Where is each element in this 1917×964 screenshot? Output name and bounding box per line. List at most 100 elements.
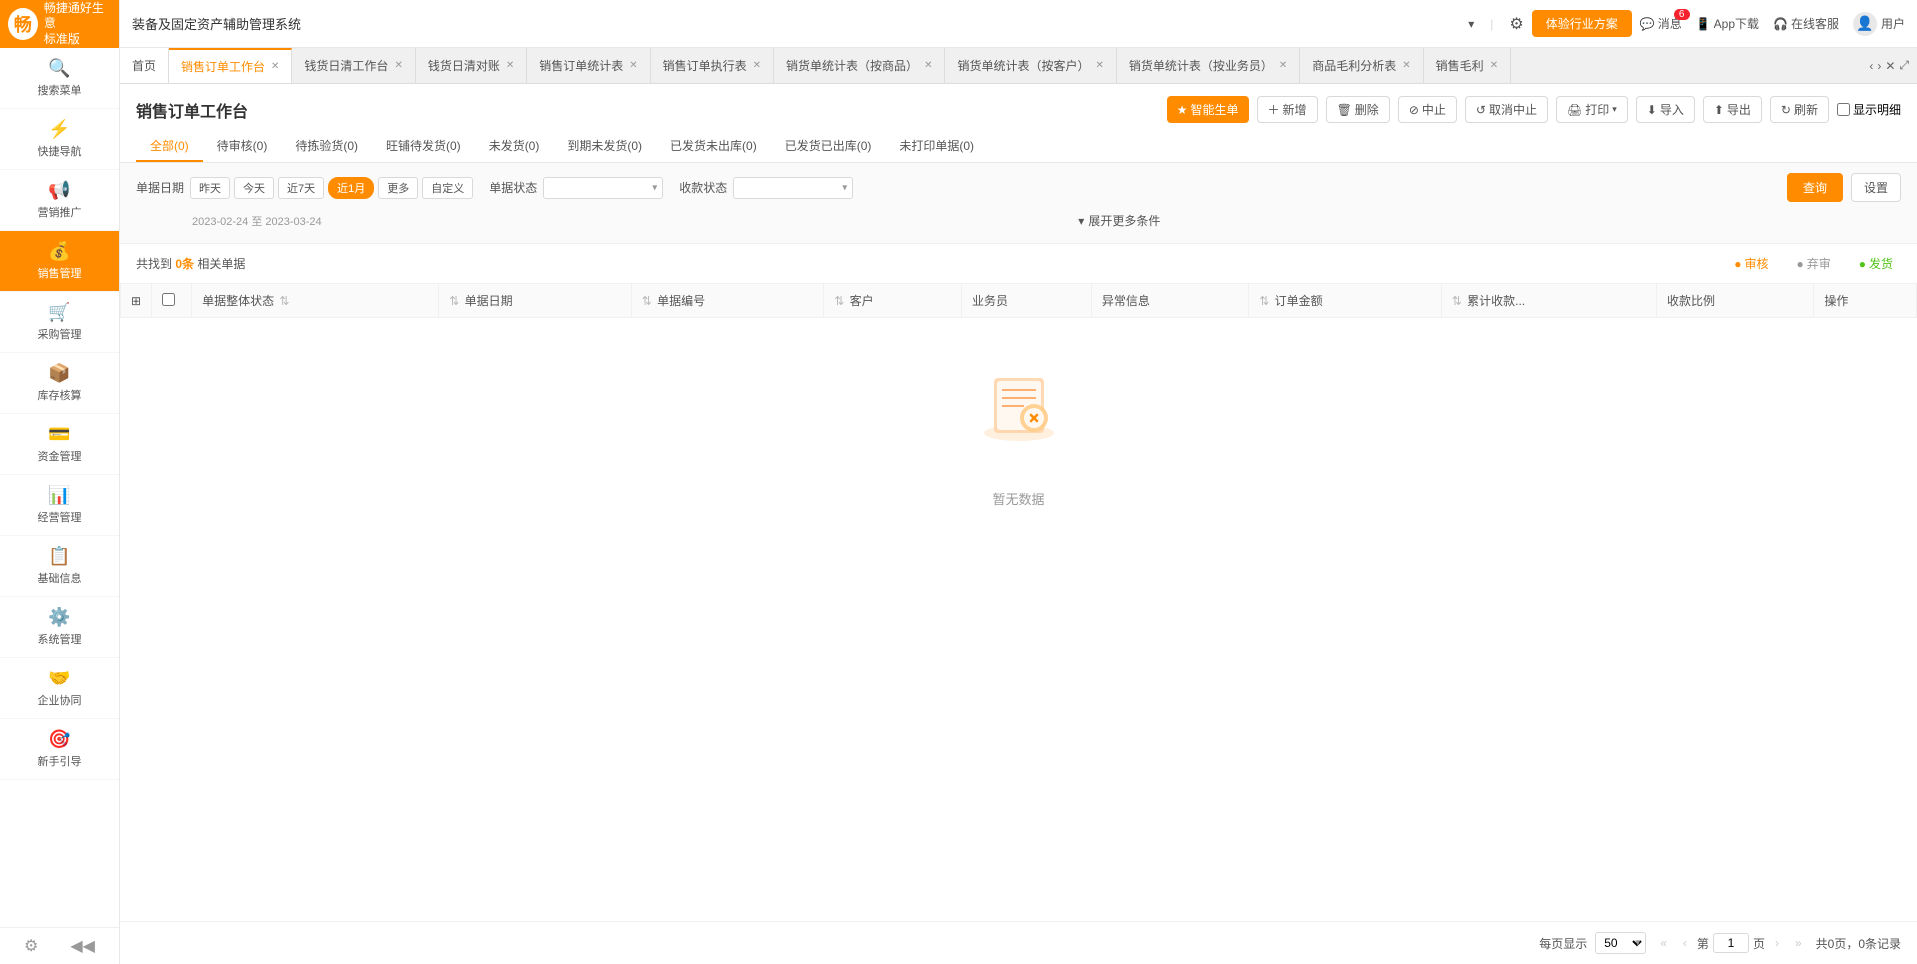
online-service-btn[interactable]: 🎧 在线客服	[1773, 15, 1839, 32]
date-btn-自定义[interactable]: 自定义	[422, 177, 473, 199]
tab-6[interactable]: 销货单统计表（按商品）✕	[774, 48, 945, 84]
date-btn-近7天[interactable]: 近7天	[278, 177, 324, 199]
sidebar-item-系统管理[interactable]: ⚙️系统管理	[0, 597, 119, 658]
filter-payment-item: 收款状态	[679, 177, 853, 199]
last-page-btn[interactable]: »	[1789, 934, 1808, 952]
prev-page-btn[interactable]: ‹	[1677, 934, 1693, 952]
show-detail-checkbox[interactable]	[1837, 103, 1850, 116]
chevron-left-icon[interactable]: ‹	[1869, 59, 1873, 73]
collapse-btn[interactable]: ◀◀	[70, 936, 95, 956]
expand-tabs-icon[interactable]: ⤢	[1899, 58, 1909, 73]
column-settings-icon[interactable]: ⊞	[131, 294, 141, 308]
expand-filter-btn[interactable]: ▾ 展开更多条件	[1078, 208, 1160, 233]
review-btn[interactable]: ● 审核	[1726, 252, 1776, 275]
subtab-1[interactable]: 待审核(0)	[203, 131, 282, 162]
sidebar-item-采购管理[interactable]: 🛒采购管理	[0, 292, 119, 353]
star-icon: ★	[1177, 103, 1188, 117]
subtab-5[interactable]: 到期未发货(0)	[553, 131, 656, 162]
tab-close-7[interactable]: ✕	[1095, 60, 1103, 71]
tab-1[interactable]: 销售订单工作台✕	[169, 48, 292, 84]
sidebar-item-基础信息[interactable]: 📋基础信息	[0, 536, 119, 597]
sidebar-item-营销推广[interactable]: 📢营销推广	[0, 170, 119, 231]
sidebar-item-搜索菜单[interactable]: 🔍搜索菜单	[0, 48, 119, 109]
sidebar-item-企业协同[interactable]: 🤝企业协同	[0, 658, 119, 719]
sidebar-item-快捷导航[interactable]: ⚡快捷导航	[0, 109, 119, 170]
tab-2[interactable]: 钱货日清工作台✕	[292, 48, 415, 84]
sort-date-up-icon[interactable]: ⇅	[449, 294, 459, 308]
tabbar: 首页销售订单工作台✕钱货日清工作台✕钱货日清对账✕销售订单统计表✕销售订单执行表…	[120, 48, 1917, 84]
date-btn-今天[interactable]: 今天	[234, 177, 274, 199]
add-btn[interactable]: ＋ 新增	[1257, 96, 1318, 123]
tab-9[interactable]: 商品毛利分析表✕	[1300, 48, 1423, 84]
page-size-wrapper: 50 20 100	[1595, 932, 1646, 954]
page-size-select[interactable]: 50 20 100	[1595, 932, 1646, 954]
tab-close-10[interactable]: ✕	[1490, 60, 1498, 71]
print-btn[interactable]: 🖨 打印 ▾	[1556, 96, 1628, 123]
date-btn-昨天[interactable]: 昨天	[190, 177, 230, 199]
message-btn[interactable]: 💬 消息 6	[1640, 15, 1682, 32]
sidebar-item-经营管理[interactable]: 📊经营管理	[0, 475, 119, 536]
close-all-icon[interactable]: ✕	[1885, 59, 1895, 73]
first-page-btn[interactable]: «	[1654, 934, 1673, 952]
subtab-8[interactable]: 未打印单据(0)	[885, 131, 988, 162]
sidebar-item-库存核算[interactable]: 📦库存核算	[0, 353, 119, 414]
select-all-checkbox[interactable]	[162, 293, 175, 306]
tab-close-4[interactable]: ✕	[629, 60, 637, 71]
tab-close-1[interactable]: ✕	[271, 61, 279, 72]
tab-5[interactable]: 销售订单执行表✕	[651, 48, 774, 84]
sidebar-item-资金管理[interactable]: 💳资金管理	[0, 414, 119, 475]
sidebar-item-新手引导[interactable]: 🎯新手引导	[0, 719, 119, 780]
show-detail-label[interactable]: 显示明细	[1837, 101, 1901, 118]
subtab-2[interactable]: 待拣验货(0)	[281, 131, 372, 162]
tab-10[interactable]: 销售毛利✕	[1424, 48, 1511, 84]
ship-btn[interactable]: ● 发货	[1851, 252, 1901, 275]
tab-4[interactable]: 销售订单统计表✕	[527, 48, 650, 84]
import-btn[interactable]: ⬇ 导入	[1636, 96, 1695, 123]
user-menu[interactable]: 👤 用户	[1853, 12, 1905, 36]
solution-btn[interactable]: 体验行业方案	[1532, 10, 1632, 37]
refresh-btn[interactable]: ↻ 刷新	[1770, 96, 1829, 123]
date-btn-近1月[interactable]: 近1月	[328, 177, 374, 199]
subtab-0[interactable]: 全部(0)	[136, 131, 203, 162]
sort-amt-up-icon[interactable]: ⇅	[1259, 294, 1269, 308]
date-btn-更多[interactable]: 更多	[378, 177, 418, 199]
tab-close-3[interactable]: ✕	[506, 60, 514, 71]
cancel-review-btn[interactable]: ● 弃审	[1788, 252, 1838, 275]
status-select[interactable]	[543, 177, 663, 199]
subtab-4[interactable]: 未发货(0)	[475, 131, 554, 162]
tab-8[interactable]: 销货单统计表（按业务员）✕	[1117, 48, 1300, 84]
set-btn[interactable]: 设置	[1851, 173, 1901, 202]
settings-btn[interactable]: ⚙	[24, 936, 38, 956]
sidebar-item-销售管理[interactable]: 💰销售管理	[0, 231, 119, 292]
payment-select[interactable]	[733, 177, 853, 199]
export-btn[interactable]: ⬆ 导出	[1703, 96, 1762, 123]
tab-close-5[interactable]: ✕	[753, 60, 761, 71]
sort-cum-up-icon[interactable]: ⇅	[1452, 294, 1462, 308]
stop-btn[interactable]: ⊘ 中止	[1398, 96, 1457, 123]
system-switcher[interactable]: ▾	[1468, 17, 1474, 31]
subtab-3[interactable]: 旺铺待发货(0)	[372, 131, 475, 162]
tab-close-9[interactable]: ✕	[1402, 60, 1410, 71]
subtab-6[interactable]: 已发货未出库(0)	[656, 131, 771, 162]
tab-close-8[interactable]: ✕	[1279, 60, 1287, 71]
app-download-btn[interactable]: 📱 App下载	[1696, 15, 1759, 32]
tab-7[interactable]: 销货单统计表（按客户）✕	[945, 48, 1116, 84]
sort-status-icon[interactable]: ⇅	[279, 294, 289, 308]
sort-cust-up-icon[interactable]: ⇅	[834, 294, 844, 308]
settings-icon[interactable]: ⚙	[1509, 14, 1523, 34]
tab-close-6[interactable]: ✕	[924, 60, 932, 71]
tab-0[interactable]: 首页	[120, 48, 169, 84]
tab-3[interactable]: 钱货日清对账✕	[416, 48, 527, 84]
page-input[interactable]	[1713, 933, 1749, 953]
query-btn[interactable]: 查询	[1787, 173, 1843, 202]
cancel-stop-btn[interactable]: ↺ 取消中止	[1465, 96, 1548, 123]
chevron-right-icon[interactable]: ›	[1877, 59, 1881, 73]
next-page-btn[interactable]: ›	[1769, 934, 1785, 952]
tab-close-2[interactable]: ✕	[394, 60, 402, 71]
subtab-7[interactable]: 已发货已出库(0)	[771, 131, 886, 162]
sort-num-up-icon[interactable]: ⇅	[642, 294, 652, 308]
sidebar-icon-9: ⚙️	[48, 607, 70, 628]
smart-create-btn[interactable]: ★ 智能生单	[1167, 96, 1249, 123]
tabs-more[interactable]: ‹ › ✕ ⤢	[1861, 58, 1917, 73]
delete-btn[interactable]: 🗑 删除	[1326, 96, 1390, 123]
